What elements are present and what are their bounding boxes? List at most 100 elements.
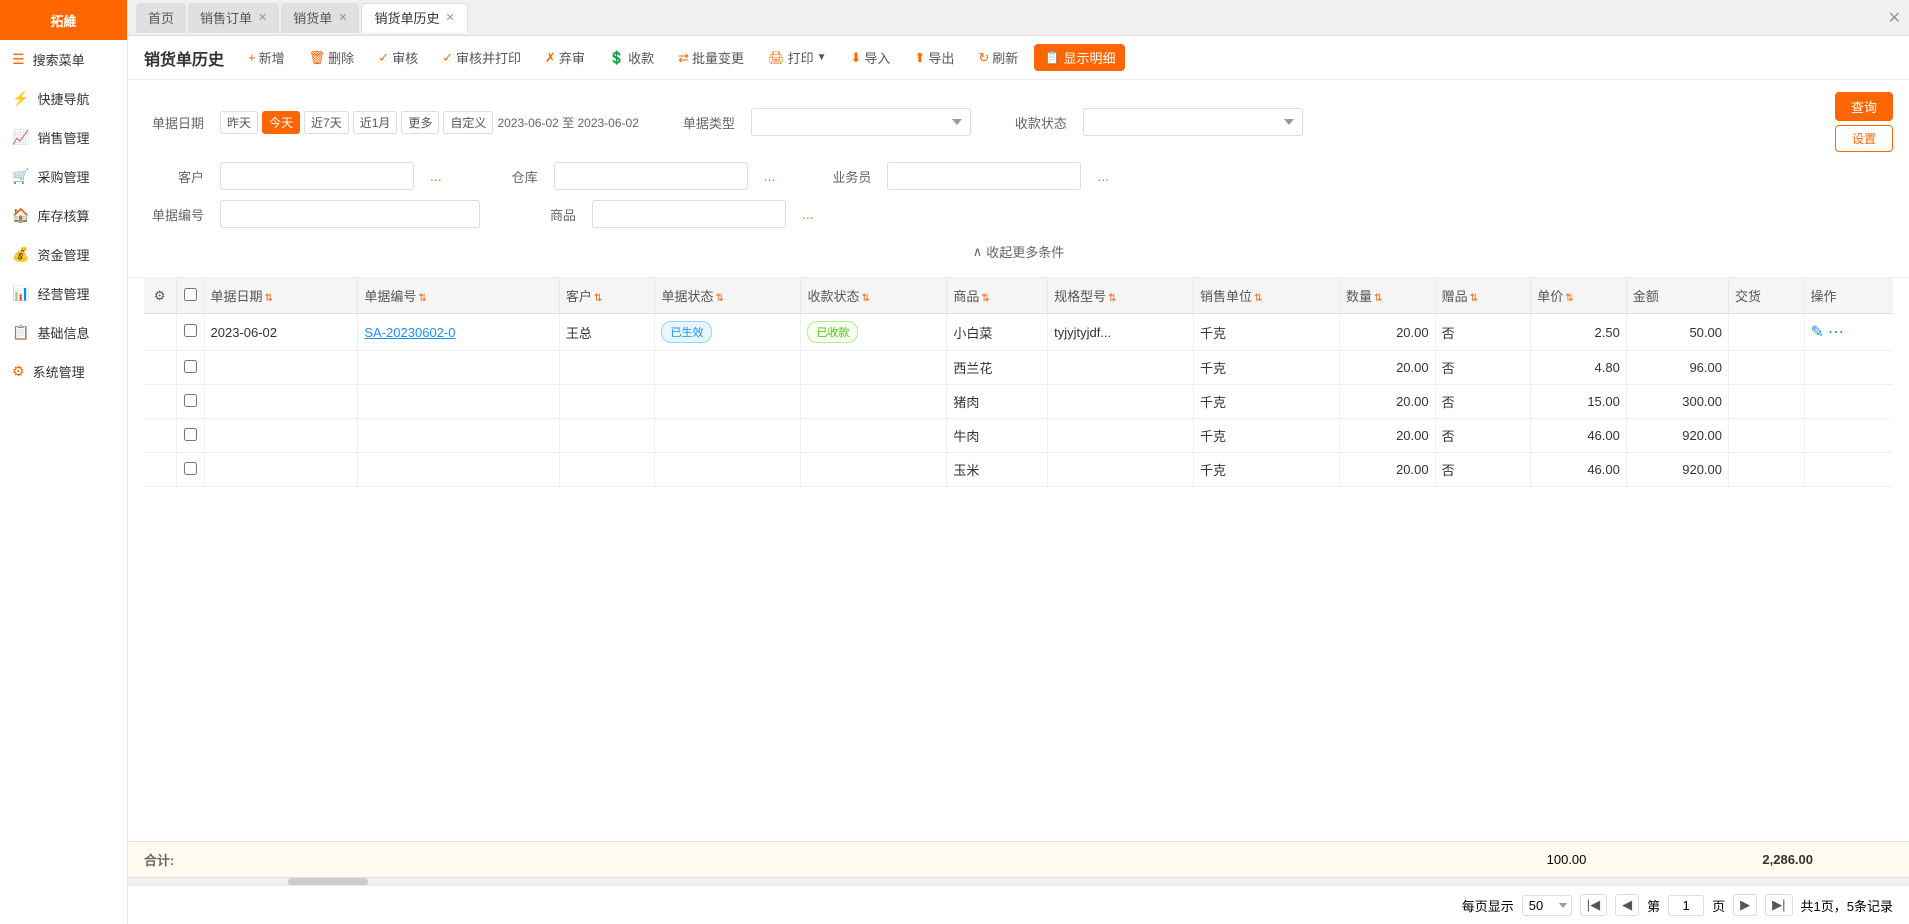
- row-unit: 千克: [1194, 385, 1340, 419]
- next-page-button[interactable]: ▶: [1733, 894, 1757, 916]
- batch-change-button[interactable]: ⇄ 批量变更: [670, 44, 752, 71]
- date-btn-today[interactable]: 今天: [262, 111, 300, 134]
- goods-ellipsis[interactable]: ...: [802, 206, 814, 222]
- row-checkbox[interactable]: [176, 351, 204, 385]
- staff-input[interactable]: [887, 162, 1081, 190]
- payment-select[interactable]: [1083, 108, 1303, 136]
- per-page-select[interactable]: 50 100 200: [1522, 895, 1572, 916]
- delete-button[interactable]: 🗑 删除: [301, 44, 363, 71]
- col-doc-status[interactable]: 单据状态⇅: [655, 278, 801, 314]
- prev-page-button[interactable]: ◀: [1615, 894, 1639, 916]
- sidebar-item-inventory[interactable]: 🏠 库存核算: [0, 196, 127, 235]
- row-doc-no[interactable]: [358, 453, 559, 487]
- tab-sales-goods-close[interactable]: ✕: [338, 11, 347, 24]
- print-button[interactable]: 🖨 打印 ▼: [760, 44, 834, 71]
- select-all-checkbox[interactable]: [184, 288, 197, 301]
- date-btn-1month[interactable]: 近1月: [353, 111, 398, 134]
- col-pay-status[interactable]: 收款状态⇅: [801, 278, 947, 314]
- row-trade: [1729, 385, 1805, 419]
- sidebar-item-quick-nav[interactable]: ⚡ 快捷导航: [0, 79, 127, 118]
- col-gear[interactable]: ⚙: [144, 278, 176, 314]
- sidebar-item-sales-mgmt[interactable]: 📈 销售管理: [0, 118, 127, 157]
- table-row: 牛肉 千克 20.00 否 46.00 920.00: [144, 419, 1893, 453]
- collect-button[interactable]: 💲 收款: [601, 44, 662, 71]
- sidebar-item-basic-info[interactable]: 📋 基础信息: [0, 313, 127, 352]
- tab-close-all[interactable]: ✕: [1888, 8, 1901, 28]
- abandon-button[interactable]: ✗ 弃审: [537, 44, 593, 71]
- more-button[interactable]: ⋯: [1828, 322, 1844, 342]
- add-button[interactable]: + 新增: [240, 44, 293, 71]
- edit-button[interactable]: ✎: [1811, 322, 1824, 342]
- customer-ellipsis[interactable]: ...: [430, 168, 442, 184]
- staff-ellipsis[interactable]: ...: [1097, 168, 1109, 184]
- warehouse-input[interactable]: [554, 162, 748, 190]
- tab-sales-history[interactable]: 销货单历史 ✕: [361, 3, 467, 33]
- audit-button[interactable]: ✓ 审核: [370, 44, 426, 71]
- col-price[interactable]: 单价⇅: [1531, 278, 1627, 314]
- refresh-button[interactable]: ↻ 刷新: [970, 44, 1026, 71]
- row-doc-date: 2023-06-02: [204, 314, 358, 351]
- row-checkbox[interactable]: [176, 453, 204, 487]
- customer-input[interactable]: [220, 162, 414, 190]
- tab-sales-order[interactable]: 销售订单 ✕: [188, 3, 279, 33]
- row-doc-no[interactable]: [358, 351, 559, 385]
- col-doc-date[interactable]: 单据日期⇅: [204, 278, 358, 314]
- total-info: 共1页，5条记录: [1801, 896, 1893, 915]
- export-icon: ⬆: [914, 50, 925, 66]
- col-spec[interactable]: 规格型号⇅: [1048, 278, 1194, 314]
- row-unit: 千克: [1194, 351, 1340, 385]
- sidebar-item-label: 基础信息: [37, 323, 89, 342]
- date-btn-yesterday[interactable]: 昨天: [220, 111, 258, 134]
- sidebar-item-sys-mgmt[interactable]: ⚙ 系统管理: [0, 352, 127, 391]
- row-checkbox[interactable]: [176, 385, 204, 419]
- settings-button[interactable]: 设置: [1835, 125, 1893, 152]
- col-goods[interactable]: 商品⇅: [947, 278, 1048, 314]
- export-button[interactable]: ⬆ 导出: [906, 44, 962, 71]
- sidebar-item-finance[interactable]: 💰 资金管理: [0, 235, 127, 274]
- col-doc-no[interactable]: 单据编号⇅: [358, 278, 559, 314]
- tab-sales-goods[interactable]: 销货单 ✕: [281, 3, 359, 33]
- row-checkbox[interactable]: [176, 419, 204, 453]
- sort-icon-spec: ⇅: [1108, 293, 1116, 304]
- row-doc-no[interactable]: SA-20230602-0: [358, 314, 559, 351]
- table-header-row: ⚙ 单据日期⇅ 单据编号⇅ 客户⇅: [144, 278, 1893, 314]
- summary-label: 合计:: [144, 850, 174, 869]
- sidebar-item-operations[interactable]: 📊 经营管理: [0, 274, 127, 313]
- row-trade: [1729, 351, 1805, 385]
- col-customer[interactable]: 客户⇅: [559, 278, 655, 314]
- row-amount: 920.00: [1626, 419, 1728, 453]
- sidebar-item-purchase-mgmt[interactable]: 🛒 采购管理: [0, 157, 127, 196]
- warehouse-ellipsis[interactable]: ...: [764, 168, 776, 184]
- tab-sales-order-close[interactable]: ✕: [258, 11, 267, 24]
- data-table: ⚙ 单据日期⇅ 单据编号⇅ 客户⇅: [144, 278, 1893, 487]
- row-doc-no[interactable]: [358, 385, 559, 419]
- goods-input[interactable]: [592, 200, 786, 228]
- last-page-button[interactable]: ▶|: [1765, 894, 1792, 916]
- sidebar-item-search-menu[interactable]: ☰ 搜索菜单: [0, 40, 127, 79]
- row-doc-no[interactable]: [358, 419, 559, 453]
- query-button[interactable]: 查询: [1835, 92, 1893, 121]
- row-gear: [144, 314, 176, 351]
- horizontal-scrollbar[interactable]: [128, 877, 1909, 885]
- summary-qty: 100.00: [190, 852, 1746, 867]
- audit-print-button[interactable]: ✓ 审核并打印: [434, 44, 529, 71]
- date-btn-7days[interactable]: 近7天: [304, 111, 349, 134]
- collapse-icon: ∧: [973, 244, 983, 260]
- doc-no-input[interactable]: [220, 200, 480, 228]
- row-checkbox[interactable]: [176, 314, 204, 351]
- import-button[interactable]: ⬇ 导入: [842, 44, 898, 71]
- col-qty[interactable]: 数量⇅: [1339, 278, 1435, 314]
- tab-home[interactable]: 首页: [136, 3, 186, 33]
- row-actions: [1804, 453, 1893, 487]
- col-gift[interactable]: 赠品⇅: [1435, 278, 1531, 314]
- date-btn-more[interactable]: 更多: [401, 111, 439, 134]
- type-select[interactable]: [751, 108, 971, 136]
- page-number-input[interactable]: [1668, 895, 1704, 916]
- tab-sales-history-close[interactable]: ✕: [446, 11, 455, 24]
- row-amount: 96.00: [1626, 351, 1728, 385]
- col-unit[interactable]: 销售单位⇅: [1194, 278, 1340, 314]
- date-btn-custom[interactable]: 自定义: [443, 111, 493, 134]
- first-page-button[interactable]: |◀: [1580, 894, 1607, 916]
- collapse-button[interactable]: ∧ 收起更多条件: [144, 238, 1893, 265]
- show-detail-button[interactable]: 📋 显示明细: [1034, 44, 1125, 71]
